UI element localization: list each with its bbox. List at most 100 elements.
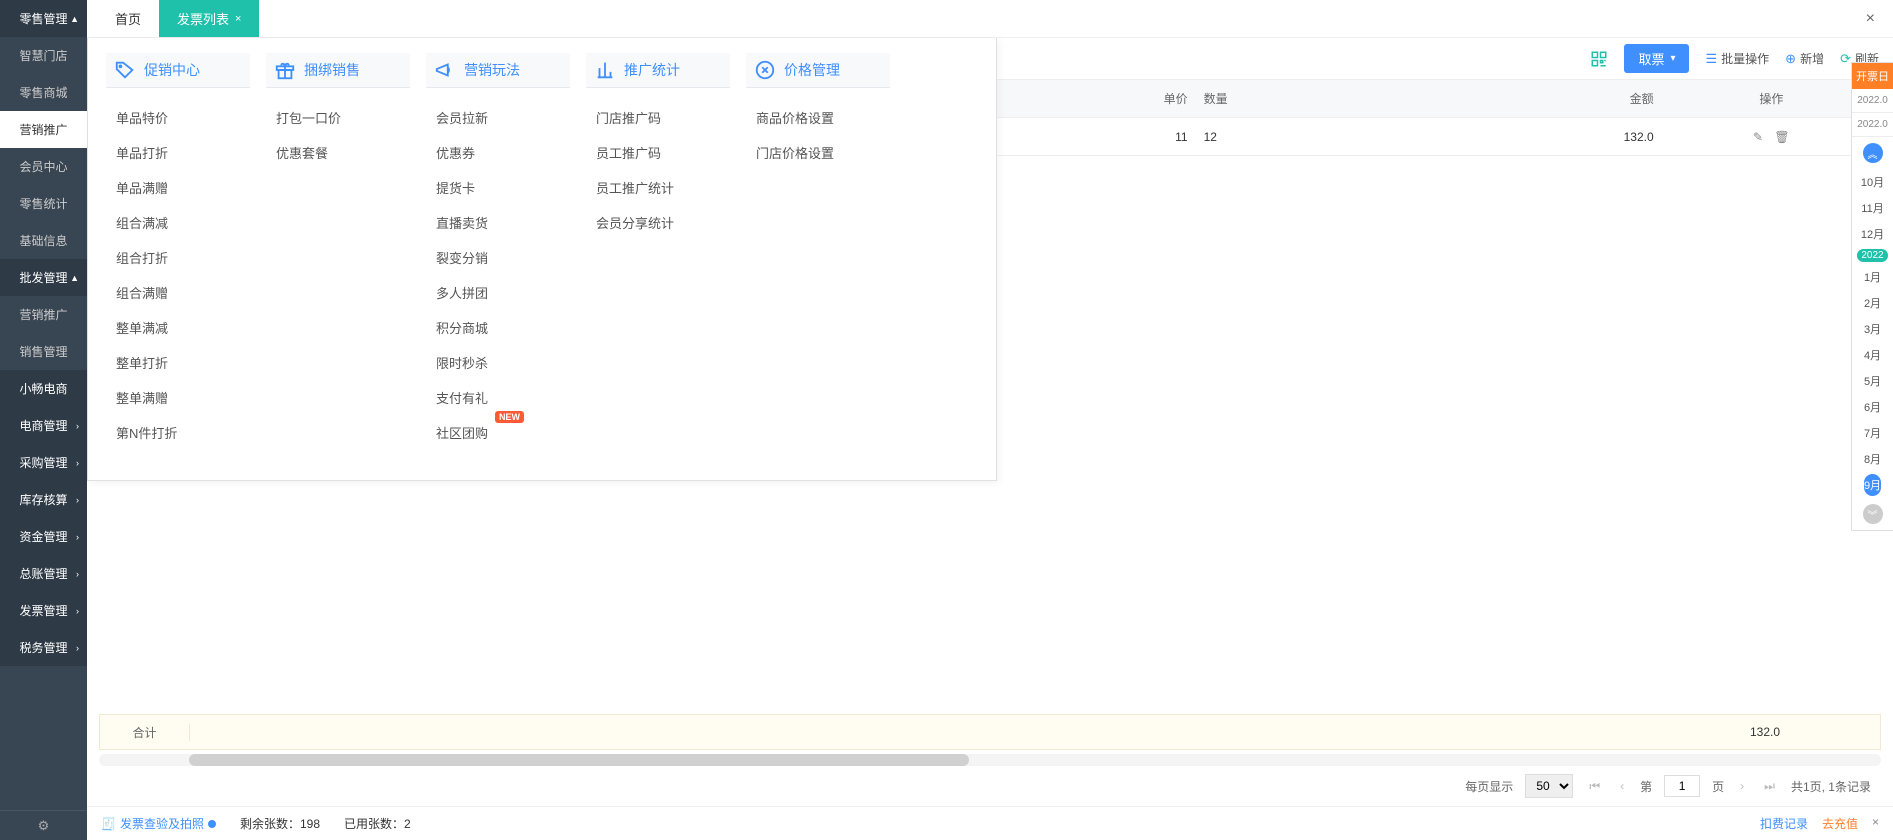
- tab-invoice-list[interactable]: 发票列表 ×: [159, 0, 259, 37]
- horizontal-scrollbar[interactable]: [99, 754, 1881, 766]
- sidebar-item-ledger[interactable]: 总账管理›: [0, 555, 87, 592]
- sidebar-item-funds[interactable]: 资金管理›: [0, 518, 87, 555]
- sidebar-item-basic-info[interactable]: 基础信息: [0, 222, 87, 259]
- mega-link[interactable]: 第N件打折: [106, 415, 250, 450]
- mega-link[interactable]: 员工推广统计: [586, 170, 730, 205]
- delete-icon[interactable]: 🗑: [1774, 130, 1789, 144]
- mega-link[interactable]: 整单打折: [106, 345, 250, 380]
- sidebar-item-member[interactable]: 会员中心: [0, 148, 87, 185]
- scroll-down-icon[interactable]: ︾: [1863, 504, 1883, 524]
- sidebar-item-retail-mall[interactable]: 零售商城: [0, 74, 87, 111]
- mega-link[interactable]: 组合满减: [106, 205, 250, 240]
- timeline-month[interactable]: 12月: [1852, 221, 1893, 247]
- mega-link[interactable]: 门店价格设置: [746, 135, 890, 170]
- scroll-top-icon[interactable]: ︽: [1863, 143, 1883, 163]
- sidebar-section-retail[interactable]: 零售管理▲: [0, 0, 87, 37]
- sidebar-item-purchase[interactable]: 采购管理›: [0, 444, 87, 481]
- total-amount: 132.0: [1700, 725, 1800, 739]
- main: 首页 发票列表 × × 促销中心 单品特价 单品打折 单品满赠 组合满减 组合打…: [87, 0, 1893, 840]
- page-next[interactable]: ›: [1736, 779, 1748, 793]
- timeline-month[interactable]: 7月: [1852, 420, 1893, 446]
- timeline-month[interactable]: 4月: [1852, 342, 1893, 368]
- timeline-month[interactable]: 8月: [1852, 446, 1893, 472]
- mega-link[interactable]: 单品满赠: [106, 170, 250, 205]
- caret-right-icon: ›: [76, 495, 79, 505]
- timeline-month[interactable]: 11月: [1852, 195, 1893, 221]
- sidebar-label: 资金管理: [19, 528, 67, 545]
- tab-home[interactable]: 首页: [97, 0, 159, 37]
- mega-link[interactable]: 积分商城: [426, 310, 570, 345]
- sidebar-item-ws-marketing[interactable]: 营销推广: [0, 296, 87, 333]
- sidebar-item-retail-stats[interactable]: 零售统计: [0, 185, 87, 222]
- mega-link[interactable]: 支付有礼: [426, 380, 570, 415]
- timeline-year[interactable]: 2022.0: [1852, 113, 1893, 137]
- page-first[interactable]: ⏮: [1585, 779, 1604, 794]
- cell-qty: 12: [1196, 118, 1415, 156]
- sidebar-item-inventory[interactable]: 库存核算›: [0, 481, 87, 518]
- sidebar-item-sales-mgmt[interactable]: 销售管理: [0, 333, 87, 370]
- deduct-link[interactable]: 扣费记录: [1760, 815, 1808, 832]
- mega-link[interactable]: 组合满赠: [106, 275, 250, 310]
- new-badge: NEW: [495, 411, 524, 423]
- batch-button[interactable]: ☰批量操作: [1705, 50, 1769, 67]
- sidebar-item-invoice[interactable]: 发票管理›: [0, 592, 87, 629]
- list-icon: ☰: [1705, 51, 1717, 67]
- settings-button[interactable]: ⚙: [0, 810, 87, 840]
- scrollbar-thumb[interactable]: [189, 754, 969, 766]
- mega-link[interactable]: 整单满赠: [106, 380, 250, 415]
- mega-link[interactable]: 裂变分销: [426, 240, 570, 275]
- recharge-link[interactable]: 去充值: [1822, 815, 1858, 832]
- doc-icon: 🧾: [101, 817, 116, 831]
- page-input[interactable]: [1664, 775, 1700, 797]
- status-close-icon[interactable]: ×: [1872, 815, 1879, 832]
- mega-link[interactable]: 商品价格设置: [746, 100, 890, 135]
- timeline-badge[interactable]: 开票日: [1852, 63, 1893, 89]
- timeline-month[interactable]: 5月: [1852, 368, 1893, 394]
- sidebar-section-wholesale[interactable]: 批发管理▲: [0, 259, 87, 296]
- timeline-month[interactable]: 1月: [1852, 264, 1893, 290]
- info-dot-icon: [208, 820, 216, 828]
- verify-link[interactable]: 🧾 发票查验及拍照: [101, 815, 216, 832]
- mega-link[interactable]: 单品打折: [106, 135, 250, 170]
- edit-icon[interactable]: ✎: [1753, 130, 1763, 144]
- timeline-month[interactable]: 3月: [1852, 316, 1893, 342]
- mega-link[interactable]: 门店推广码: [586, 100, 730, 135]
- mega-link[interactable]: 单品特价: [106, 100, 250, 135]
- mega-link[interactable]: 直播卖货: [426, 205, 570, 240]
- close-icon[interactable]: ×: [235, 13, 241, 25]
- mega-col-marketing: 营销玩法 会员拉新 优惠券 提货卡 直播卖货 裂变分销 多人拼团 积分商城 限时…: [418, 53, 578, 450]
- mega-link[interactable]: 会员分享统计: [586, 205, 730, 240]
- timeline-month[interactable]: 2月: [1852, 290, 1893, 316]
- sidebar-item-ecommerce[interactable]: 电商管理›: [0, 407, 87, 444]
- timeline-month-active[interactable]: 9月: [1864, 474, 1881, 496]
- mega-link[interactable]: 打包一口价: [266, 100, 410, 135]
- fetch-invoice-button[interactable]: 取票 ▾: [1624, 44, 1689, 73]
- mega-link[interactable]: 提货卡: [426, 170, 570, 205]
- mega-link[interactable]: 多人拼团: [426, 275, 570, 310]
- page-prev[interactable]: ‹: [1616, 779, 1628, 793]
- mega-link[interactable]: 整单满减: [106, 310, 250, 345]
- mega-link-community[interactable]: 社区团购 NEW: [426, 415, 570, 450]
- sidebar-item-xiaochang[interactable]: 小畅电商: [0, 370, 87, 407]
- mega-link[interactable]: 组合打折: [106, 240, 250, 275]
- sidebar-item-marketing[interactable]: 营销推广: [0, 111, 87, 148]
- sidebar-item-smart-store[interactable]: 智慧门店: [0, 37, 87, 74]
- add-button[interactable]: ⊕新增: [1785, 50, 1824, 67]
- mega-link[interactable]: 优惠券: [426, 135, 570, 170]
- page-last[interactable]: ⏭: [1760, 779, 1779, 794]
- cell-amount: 132.0: [1415, 118, 1662, 156]
- tabs-close-all[interactable]: ×: [1858, 10, 1883, 28]
- gear-icon: ⚙: [38, 818, 50, 834]
- timeline-month[interactable]: 6月: [1852, 394, 1893, 420]
- mega-link[interactable]: 员工推广码: [586, 135, 730, 170]
- sidebar-item-tax[interactable]: 税务管理›: [0, 629, 87, 666]
- used-info: 已用张数：2: [344, 815, 411, 832]
- timeline-month[interactable]: 10月: [1852, 169, 1893, 195]
- qr-icon[interactable]: [1590, 50, 1608, 68]
- totals-row: 合计 132.0: [99, 714, 1881, 750]
- mega-link[interactable]: 限时秒杀: [426, 345, 570, 380]
- timeline-year[interactable]: 2022.0: [1852, 89, 1893, 113]
- per-page-select[interactable]: 50: [1525, 774, 1573, 798]
- mega-link[interactable]: 优惠套餐: [266, 135, 410, 170]
- mega-link[interactable]: 会员拉新: [426, 100, 570, 135]
